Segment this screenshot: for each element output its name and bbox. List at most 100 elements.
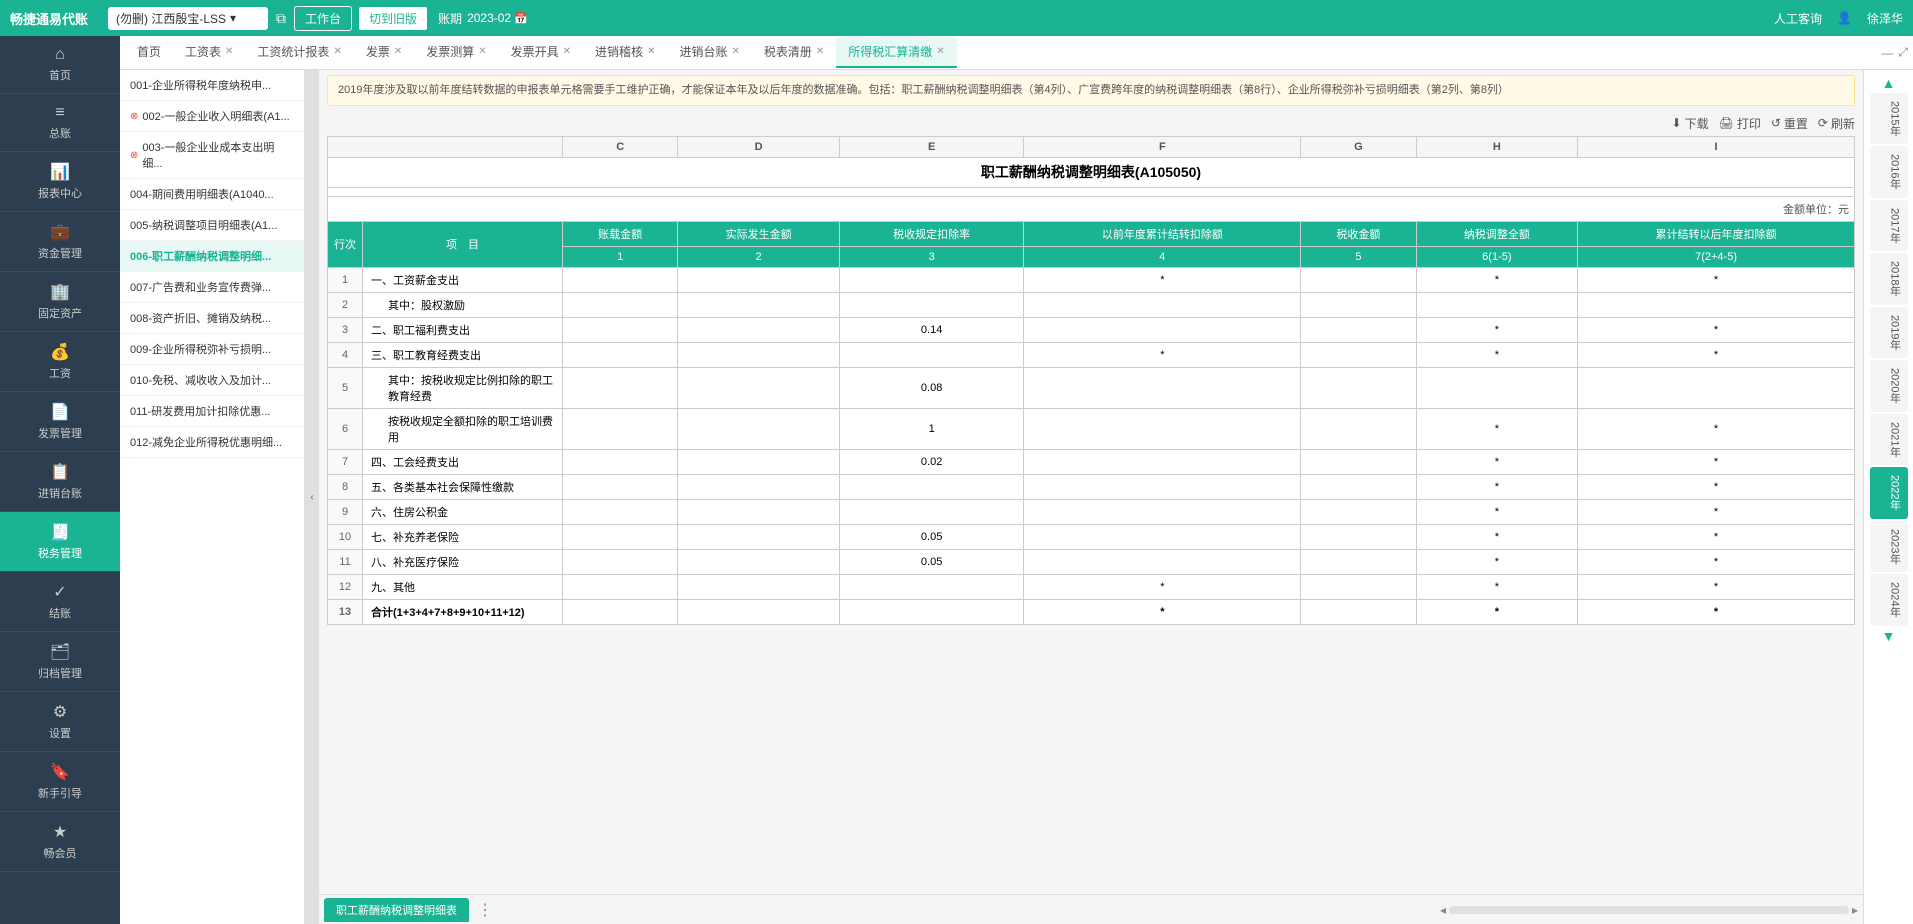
tab-maximize-icon[interactable]: ⤢ (1898, 45, 1908, 60)
sidebar-item-general-ledger[interactable]: ≡总账 (0, 94, 120, 152)
sidebar-item-wizard[interactable]: 🔖新手引导 (0, 752, 120, 812)
year-item-2023年[interactable]: 2023年 (1870, 521, 1908, 572)
left-panel-item-004[interactable]: 004-期间费用明细表(A1040... (120, 179, 304, 210)
td-c1-12[interactable] (563, 599, 678, 624)
td-c1-9[interactable] (563, 524, 678, 549)
td-c3-5[interactable]: 1 (839, 408, 1024, 449)
td-c1-5[interactable] (563, 408, 678, 449)
td-c1-11[interactable] (563, 574, 678, 599)
td-c7-12[interactable]: * (1578, 599, 1855, 624)
td-c6-6[interactable]: * (1416, 449, 1578, 474)
td-c1-10[interactable] (563, 549, 678, 574)
horizontal-scrollbar[interactable] (1449, 906, 1849, 914)
td-c2-12[interactable] (678, 599, 840, 624)
td-c4-12[interactable]: * (1024, 599, 1301, 624)
td-c4-9[interactable] (1024, 524, 1301, 549)
td-c3-0[interactable] (839, 267, 1024, 292)
td-c6-12[interactable]: * (1416, 599, 1578, 624)
sheet-menu-icon[interactable]: ⋮ (477, 900, 493, 920)
year-nav-down[interactable]: ▼ (1882, 628, 1896, 644)
td-c4-7[interactable] (1024, 474, 1301, 499)
tab-tax-clear[interactable]: 税表清册✕ (752, 37, 836, 68)
close-tab-invoice-calc[interactable]: ✕ (478, 46, 486, 57)
td-c2-7[interactable] (678, 474, 840, 499)
close-tab-purchase-ledger[interactable]: ✕ (731, 46, 739, 57)
td-c7-3[interactable]: * (1578, 342, 1855, 367)
year-item-2024年[interactable]: 2024年 (1870, 574, 1908, 625)
year-item-2016年[interactable]: 2016年 (1870, 146, 1908, 197)
sidebar-item-settings[interactable]: ⚙设置 (0, 692, 120, 752)
sidebar-item-home[interactable]: ⌂首页 (0, 36, 120, 94)
td-c3-12[interactable] (839, 599, 1024, 624)
td-c3-1[interactable] (839, 292, 1024, 317)
td-c2-3[interactable] (678, 342, 840, 367)
td-c5-8[interactable] (1301, 499, 1416, 524)
sidebar-item-invoice-mgmt[interactable]: 📄发票管理 (0, 392, 120, 452)
td-c1-6[interactable] (563, 449, 678, 474)
switch-button[interactable]: 切到旧版 (358, 6, 428, 31)
tab-home[interactable]: 首页 (125, 37, 173, 68)
close-tab-tax-clear[interactable]: ✕ (816, 46, 824, 57)
td-c2-8[interactable] (678, 499, 840, 524)
tab-invoice[interactable]: 发票✕ (354, 37, 414, 68)
download-button[interactable]: ⬇ 下载 (1672, 115, 1709, 132)
td-c6-7[interactable]: * (1416, 474, 1578, 499)
td-c4-10[interactable] (1024, 549, 1301, 574)
td-c3-6[interactable]: 0.02 (839, 449, 1024, 474)
tab-payroll[interactable]: 工资表✕ (173, 37, 245, 68)
td-c5-7[interactable] (1301, 474, 1416, 499)
tab-invoice-open[interactable]: 发票开具✕ (499, 37, 583, 68)
td-c5-6[interactable] (1301, 449, 1416, 474)
scroll-right-icon[interactable]: ▸ (1852, 903, 1858, 917)
td-c3-8[interactable] (839, 499, 1024, 524)
sidebar-item-close[interactable]: ✓结账 (0, 572, 120, 632)
td-c5-11[interactable] (1301, 574, 1416, 599)
td-c2-11[interactable] (678, 574, 840, 599)
year-nav-up[interactable]: ▲ (1882, 75, 1896, 91)
td-c1-8[interactable] (563, 499, 678, 524)
td-c2-9[interactable] (678, 524, 840, 549)
td-c7-6[interactable]: * (1578, 449, 1855, 474)
tab-purchase-ledger[interactable]: 进销台账✕ (667, 37, 751, 68)
left-panel-item-010[interactable]: 010-免税、减收收入及加计... (120, 365, 304, 396)
year-item-2019年[interactable]: 2019年 (1870, 307, 1908, 358)
td-c6-2[interactable]: * (1416, 317, 1578, 342)
close-tab-payroll[interactable]: ✕ (225, 46, 233, 57)
td-c5-2[interactable] (1301, 317, 1416, 342)
close-tab-invoice-open[interactable]: ✕ (563, 46, 571, 57)
td-c2-6[interactable] (678, 449, 840, 474)
scroll-left-icon[interactable]: ◂ (1440, 903, 1446, 917)
td-c5-12[interactable] (1301, 599, 1416, 624)
td-c4-3[interactable]: * (1024, 342, 1301, 367)
td-c7-0[interactable]: * (1578, 267, 1855, 292)
sheet-tab[interactable]: 职工薪酬纳税调整明细表 (324, 898, 469, 922)
workbench-button[interactable]: 工作台 (294, 6, 352, 31)
td-c5-4[interactable] (1301, 367, 1416, 408)
td-c7-2[interactable]: * (1578, 317, 1855, 342)
left-panel-item-006[interactable]: 006-职工薪酬纳税调整明细... (120, 241, 304, 272)
td-c1-4[interactable] (563, 367, 678, 408)
td-c2-1[interactable] (678, 292, 840, 317)
td-c7-1[interactable] (1578, 292, 1855, 317)
close-tab-income-tax[interactable]: ✕ (936, 46, 944, 57)
company-selector[interactable]: (勿删) 江西殷宝-LSS ▾ (108, 7, 268, 30)
sidebar-item-archive[interactable]: 🗂归档管理 (0, 632, 120, 692)
td-c3-2[interactable]: 0.14 (839, 317, 1024, 342)
calendar-icon[interactable]: 📅 (514, 12, 528, 25)
tab-minimize-icon[interactable]: — (1881, 46, 1893, 60)
collapse-button[interactable]: ‹ (305, 70, 319, 924)
left-panel-item-002[interactable]: ⊗002-一般企业收入明细表(A1... (120, 101, 304, 132)
td-c1-1[interactable] (563, 292, 678, 317)
refresh-button[interactable]: ⟳ 刷新 (1818, 115, 1855, 132)
td-c2-10[interactable] (678, 549, 840, 574)
td-c2-4[interactable] (678, 367, 840, 408)
sidebar-item-payroll[interactable]: 💰工资 (0, 332, 120, 392)
td-c1-2[interactable] (563, 317, 678, 342)
td-c3-7[interactable] (839, 474, 1024, 499)
table-wrapper[interactable]: CDEFGHI职工薪酬纳税调整明细表(A105050)金额单位：元 行次 项 目… (327, 136, 1855, 895)
td-c7-7[interactable]: * (1578, 474, 1855, 499)
close-tab-payroll-stats[interactable]: ✕ (333, 46, 341, 57)
left-panel-item-008[interactable]: 008-资产折旧、摊销及纳税... (120, 303, 304, 334)
close-tab-invoice[interactable]: ✕ (394, 46, 402, 57)
year-item-2018年[interactable]: 2018年 (1870, 253, 1908, 304)
